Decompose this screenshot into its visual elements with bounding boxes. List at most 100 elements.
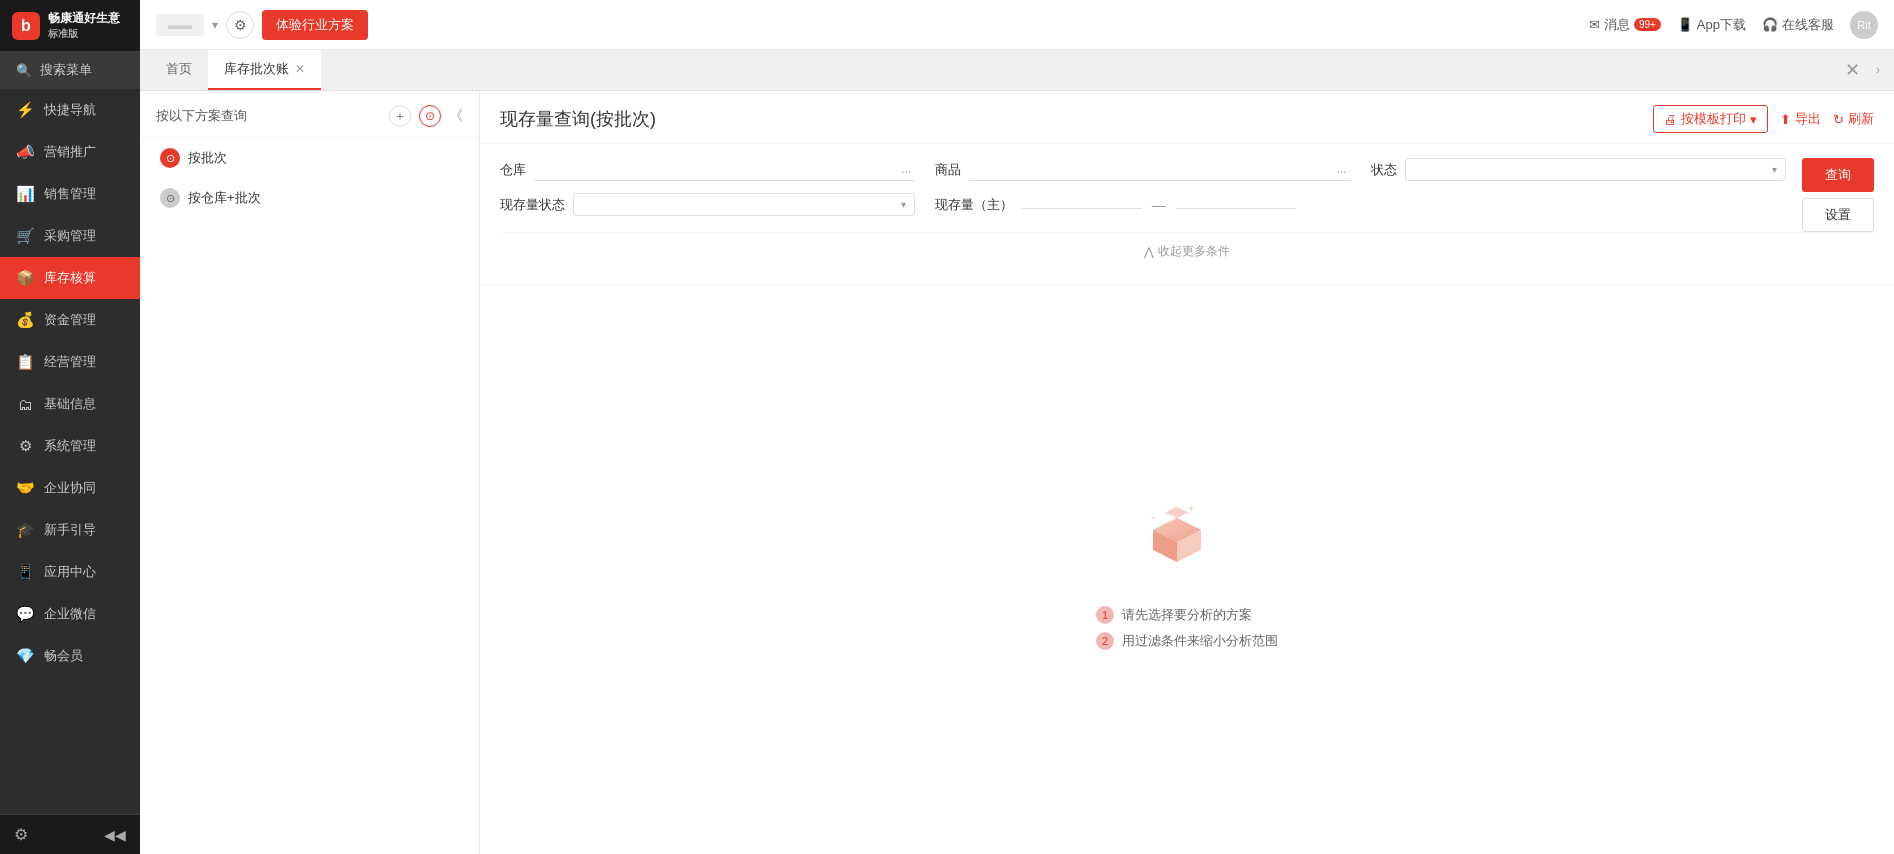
breadcrumb-dropdown[interactable]: ▾	[212, 18, 218, 32]
scheme-by-batch[interactable]: ⊙ 按批次	[140, 138, 479, 178]
target-button[interactable]: ⊙	[419, 105, 441, 127]
collapse-conditions-button[interactable]: ⋀ 收起更多条件	[500, 232, 1874, 270]
sidebar-item-enterprise[interactable]: 🤝 企业协同	[0, 467, 140, 509]
add-scheme-button[interactable]: ＋	[389, 105, 411, 127]
user-menu-button[interactable]: Rit	[1850, 11, 1878, 39]
online-service-button[interactable]: 🎧 在线客服	[1762, 16, 1834, 34]
search-menu[interactable]: 🔍 搜索菜单	[0, 51, 140, 89]
sidebar-item-sales[interactable]: 📊 销售管理	[0, 173, 140, 215]
sidebar-item-wechat[interactable]: 💬 企业微信	[0, 593, 140, 635]
tab-bar: 首页 库存批次账 ✕ ✕ ›	[140, 50, 1894, 91]
topbar-gear-button[interactable]: ⚙	[226, 11, 254, 39]
filter-row-1: 仓库 ... 商品 ...	[500, 158, 1786, 181]
hint-text-2: 用过滤条件来缩小分析范围	[1122, 632, 1278, 650]
page-header-actions: 🖨 按模板打印 ▾ ⬆ 导出 ↻ 刷新	[1653, 105, 1874, 133]
left-panel-collapse-button[interactable]: 《	[449, 107, 463, 125]
search-icon: 🔍	[16, 63, 32, 78]
tab-home[interactable]: 首页	[150, 50, 208, 90]
newbie-icon: 🎓	[16, 521, 34, 539]
sidebar-nav: ⚡ 快捷导航 📣 营销推广 📊 销售管理 🛒 采购管理 📦 库存核算 💰 资金管…	[0, 89, 140, 814]
sidebar: b 畅康通好生意 标准版 🔍 搜索菜单 ⚡ 快捷导航 📣 营销推广 📊 销售管理…	[0, 0, 140, 854]
sidebar-item-basic[interactable]: 🗂 基础信息	[0, 383, 140, 425]
left-panel-title: 按以下方案查询	[156, 107, 247, 125]
filter-settings-button[interactable]: 设置	[1802, 198, 1874, 232]
sidebar-item-label: 企业协同	[44, 479, 96, 497]
stock-status-select[interactable]: ▾	[573, 193, 915, 216]
messages-label: 消息	[1604, 16, 1630, 34]
messages-button[interactable]: ✉ 消息 99+	[1589, 16, 1661, 34]
sidebar-item-label: 销售管理	[44, 185, 96, 203]
status-select[interactable]: ▾	[1405, 158, 1786, 181]
collapse-up-icon: ⋀	[1144, 245, 1154, 259]
tab-scroll-right[interactable]: ›	[1872, 63, 1884, 77]
sidebar-item-label: 快捷导航	[44, 101, 96, 119]
scheme-by-warehouse-batch[interactable]: ⊙ 按仓库+批次	[140, 178, 479, 218]
page-close-button[interactable]: ✕	[1833, 59, 1872, 81]
query-button[interactable]: 查询	[1802, 158, 1874, 192]
sidebar-item-purchase[interactable]: 🛒 采购管理	[0, 215, 140, 257]
top-bar-right: ✉ 消息 99+ 📱 App下载 🎧 在线客服 Rit	[1589, 11, 1878, 39]
scheme-by-warehouse-batch-label: 按仓库+批次	[188, 189, 261, 207]
sidebar-item-label: 系统管理	[44, 437, 96, 455]
filter-warehouse: 仓库 ...	[500, 158, 915, 181]
sidebar-item-appstore[interactable]: 📱 应用中心	[0, 551, 140, 593]
sidebar-item-operation[interactable]: 📋 经营管理	[0, 341, 140, 383]
basic-icon: 🗂	[16, 395, 34, 413]
enterprise-icon: 🤝	[16, 479, 34, 497]
filter-area: 仓库 ... 商品 ...	[480, 144, 1894, 285]
sidebar-item-inventory[interactable]: 📦 库存核算	[0, 257, 140, 299]
sidebar-footer: ⚙ ◀◀	[0, 814, 140, 854]
sidebar-header: b 畅康通好生意 标准版	[0, 0, 140, 51]
product-input-wrap[interactable]: ...	[969, 158, 1350, 181]
main-area: ▬▬ ▾ ⚙ 体验行业方案 ✉ 消息 99+ 📱 App下载 🎧 在线客服 R	[140, 0, 1894, 854]
refresh-button[interactable]: ↻ 刷新	[1833, 110, 1874, 128]
svg-text:✦: ✦	[1151, 514, 1156, 521]
purchase-icon: 🛒	[16, 227, 34, 245]
sidebar-item-newbie[interactable]: 🎓 新手引导	[0, 509, 140, 551]
sidebar-gear-button[interactable]: ⚙	[14, 825, 28, 844]
sidebar-item-label: 库存核算	[44, 269, 96, 287]
avatar-initials: Rit	[1857, 19, 1870, 31]
scheme-by-batch-label: 按批次	[188, 149, 227, 167]
sidebar-item-marketing[interactable]: 📣 营销推广	[0, 131, 140, 173]
sidebar-item-vip[interactable]: 💎 畅会员	[0, 635, 140, 677]
filter-stock-amount: 现存量（主） —	[935, 196, 1350, 214]
sidebar-item-system[interactable]: ⚙ 系统管理	[0, 425, 140, 467]
app-download-label: App下载	[1697, 16, 1746, 34]
export-button[interactable]: ⬆ 导出	[1780, 110, 1821, 128]
stock-amount-from[interactable]	[1021, 200, 1142, 209]
range-dash: —	[1142, 197, 1176, 213]
filter-row-2: 现存量状态 ▾ 现存量（主）	[500, 193, 1786, 216]
vip-icon: 💎	[16, 647, 34, 665]
sidebar-collapse-button[interactable]: ◀◀	[104, 827, 126, 843]
stock-amount-to[interactable]	[1176, 200, 1297, 209]
quick-nav-icon: ⚡	[16, 101, 34, 119]
tab-batch-account[interactable]: 库存批次账 ✕	[208, 50, 321, 90]
export-label: 导出	[1795, 110, 1821, 128]
tab-close-button[interactable]: ✕	[295, 63, 305, 75]
edition-label: 标准版	[48, 27, 120, 41]
company-name: 畅康通好生意	[48, 10, 120, 27]
sidebar-item-finance[interactable]: 💰 资金管理	[0, 299, 140, 341]
app-download-button[interactable]: 📱 App下载	[1677, 16, 1746, 34]
print-label: 按模板打印	[1681, 110, 1746, 128]
empty-state: ✦ ✦ 1 请先选择要分析的方案 2 用过滤条件来缩小分析范围	[480, 285, 1894, 854]
query-buttons: 查询 设置	[1802, 158, 1874, 232]
warehouse-more-button[interactable]: ...	[901, 162, 911, 176]
message-icon: ✉	[1589, 17, 1600, 32]
main-panel: 现存量查询(按批次) 🖨 按模板打印 ▾ ⬆ 导出 ↻ 刷新	[480, 91, 1894, 854]
empty-illustration: ✦ ✦	[1137, 490, 1237, 590]
stock-amount-label: 现存量（主）	[935, 196, 1013, 214]
sidebar-item-label: 资金管理	[44, 311, 96, 329]
sidebar-item-quick-nav[interactable]: ⚡ 快捷导航	[0, 89, 140, 131]
product-more-button[interactable]: ...	[1337, 162, 1347, 176]
print-button[interactable]: 🖨 按模板打印 ▾	[1653, 105, 1768, 133]
warehouse-input-wrap[interactable]: ...	[534, 158, 915, 181]
print-dropdown-icon: ▾	[1750, 112, 1757, 127]
breadcrumb: ▬▬	[156, 14, 204, 36]
warehouse-label: 仓库	[500, 161, 526, 179]
product-label: 商品	[935, 161, 961, 179]
system-icon: ⚙	[16, 437, 34, 455]
status-label: 状态	[1371, 161, 1397, 179]
experience-industry-button[interactable]: 体验行业方案	[262, 10, 368, 40]
